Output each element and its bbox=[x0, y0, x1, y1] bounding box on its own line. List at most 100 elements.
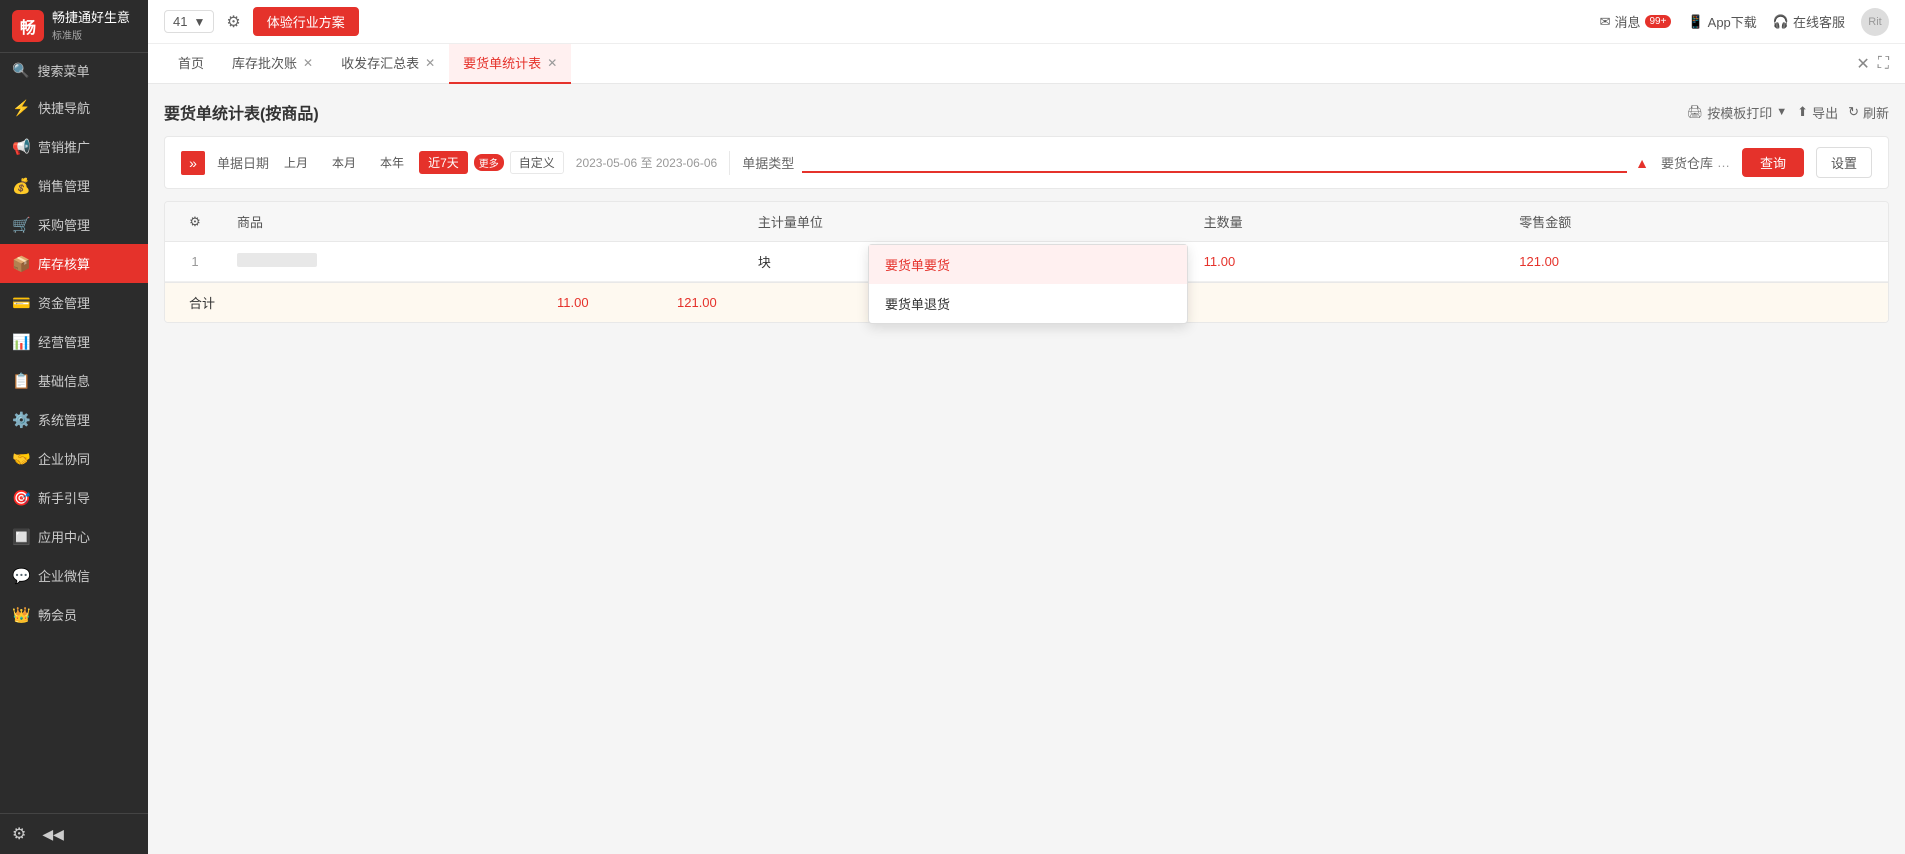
finance-icon: 💳 bbox=[12, 294, 30, 312]
tab-requisition-summary-close[interactable]: ✕ bbox=[547, 56, 557, 70]
dropdown-item-requisition-return[interactable]: 要货单退货 bbox=[869, 284, 1187, 323]
topbar-right: ✉ 消息 99+ 📱 App下载 🎧 在线客服 Rit bbox=[1600, 8, 1889, 36]
settings-btn[interactable]: 设置 bbox=[1816, 147, 1872, 178]
tab-inventory-batch[interactable]: 库存批次账 ✕ bbox=[218, 44, 327, 84]
col-settings[interactable]: ⚙ bbox=[165, 202, 225, 242]
tab-home-label: 首页 bbox=[178, 53, 204, 72]
sidebar-item-system[interactable]: ⚙️ 系统管理 bbox=[0, 400, 148, 439]
tab-inventory-batch-label: 库存批次账 bbox=[232, 53, 297, 72]
filter-divider bbox=[729, 151, 730, 175]
row-index: 1 bbox=[165, 242, 225, 282]
avatar-text: Rit bbox=[1868, 16, 1881, 28]
avatar[interactable]: Rit bbox=[1861, 8, 1889, 36]
tab-requisition-summary[interactable]: 要货单统计表 ✕ bbox=[449, 44, 571, 84]
messages-badge: 99+ bbox=[1645, 15, 1672, 28]
vip-icon: 👑 bbox=[12, 606, 30, 624]
tab-receive-summary-label: 收发存汇总表 bbox=[341, 53, 419, 72]
type-label: 单据类型 bbox=[742, 153, 794, 172]
date-btn-last-month[interactable]: 上月 bbox=[275, 151, 317, 174]
nav-guide-label: 新手引导 bbox=[38, 488, 90, 507]
sidebar: 畅 畅捷通好生意 标准版 🔍 搜索菜单 ⚡ 快捷导航 📢 营销推广 💰 销售管理… bbox=[0, 0, 148, 854]
query-btn[interactable]: 查询 bbox=[1742, 148, 1804, 177]
filter-expand-btn[interactable]: » bbox=[181, 151, 205, 175]
nav-basic-label: 基础信息 bbox=[38, 371, 90, 390]
messages-label: 消息 bbox=[1614, 12, 1640, 31]
type-input[interactable] bbox=[802, 152, 1627, 173]
refresh-btn[interactable]: ↻ 刷新 bbox=[1848, 103, 1889, 122]
col-product: 商品 bbox=[225, 202, 746, 242]
chevron-up-icon[interactable]: ▲ bbox=[1635, 155, 1649, 171]
online-service-btn[interactable]: 🎧 在线客服 bbox=[1773, 12, 1845, 31]
export-btn[interactable]: ⬆ 导出 bbox=[1797, 103, 1838, 122]
collapse-icon[interactable]: ◀◀ bbox=[42, 826, 64, 843]
chevron-down-icon: ▼ bbox=[193, 15, 205, 29]
sidebar-item-sales[interactable]: 💰 销售管理 bbox=[0, 166, 148, 205]
logo-icon: 畅 bbox=[12, 10, 44, 42]
date-label: 单据日期 bbox=[217, 153, 269, 172]
sales-icon: 💰 bbox=[12, 177, 30, 195]
sidebar-item-operations[interactable]: 📊 经营管理 bbox=[0, 322, 148, 361]
warehouse-dots-icon[interactable]: … bbox=[1717, 155, 1730, 170]
workspace-name: 41 bbox=[173, 14, 187, 29]
dropdown-item-requisition-order[interactable]: 要货单要货 bbox=[869, 245, 1187, 284]
main-area: 41 ▼ ⚙ 体验行业方案 ✉ 消息 99+ 📱 App下载 🎧 在线客服 Ri… bbox=[148, 0, 1905, 854]
col-amount: 零售金额 bbox=[1507, 202, 1888, 242]
settings-bottom-icon[interactable]: ⚙ bbox=[12, 824, 26, 844]
date-btn-this-year[interactable]: 本年 bbox=[371, 151, 413, 174]
sidebar-item-appstore[interactable]: 🔲 应用中心 bbox=[0, 517, 148, 556]
sidebar-item-guide[interactable]: 🎯 新手引导 bbox=[0, 478, 148, 517]
row-amount: 121.00 bbox=[1507, 242, 1888, 282]
footer-quantity: 11.00 bbox=[557, 295, 677, 310]
filter-bar: » 单据日期 上月 本月 本年 近7天 更多 自定义 2023-05-06 至 … bbox=[164, 136, 1889, 189]
page-header: 要货单统计表(按商品) 🖨 按模板打印 ▼ ⬆ 导出 ↻ 刷新 bbox=[164, 100, 1889, 124]
sidebar-item-marketing[interactable]: 📢 营销推广 bbox=[0, 127, 148, 166]
tab-receive-summary-close[interactable]: ✕ bbox=[425, 56, 435, 70]
col-unit: 主计量单位 bbox=[746, 202, 1192, 242]
nav-marketing-label: 营销推广 bbox=[38, 137, 90, 156]
trial-btn[interactable]: 体验行业方案 bbox=[253, 7, 359, 36]
table-header-row: ⚙ 商品 主计量单位 主数量 零售金额 bbox=[165, 202, 1888, 242]
nav-inventory-label: 库存核算 bbox=[38, 254, 90, 273]
sidebar-item-basic[interactable]: 📋 基础信息 bbox=[0, 361, 148, 400]
sidebar-nav: ⚡ 快捷导航 📢 营销推广 💰 销售管理 🛒 采购管理 📦 库存核算 💳 资金管… bbox=[0, 88, 148, 813]
quick-nav-icon: ⚡ bbox=[12, 99, 30, 117]
search-menu[interactable]: 🔍 搜索菜单 bbox=[0, 53, 148, 88]
type-dropdown: 要货单要货 要货单退货 bbox=[868, 244, 1188, 324]
search-icon: 🔍 bbox=[12, 62, 29, 79]
dropdown-item-requisition-return-label: 要货单退货 bbox=[885, 294, 950, 313]
table-settings-icon[interactable]: ⚙ bbox=[189, 214, 201, 229]
sidebar-item-wechat[interactable]: 💬 企业微信 bbox=[0, 556, 148, 595]
page-title: 要货单统计表(按商品) bbox=[164, 100, 319, 124]
tabs-bar: 首页 库存批次账 ✕ 收发存汇总表 ✕ 要货单统计表 ✕ ✕ ⛶ bbox=[148, 44, 1905, 84]
operations-icon: 📊 bbox=[12, 333, 30, 351]
online-service-label: 在线客服 bbox=[1793, 12, 1845, 31]
page-actions: 🖨 按模板打印 ▼ ⬆ 导出 ↻ 刷新 bbox=[1687, 103, 1889, 122]
workspace-selector[interactable]: 41 ▼ bbox=[164, 10, 214, 33]
date-btn-custom[interactable]: 自定义 bbox=[510, 151, 564, 174]
sidebar-item-enterprise[interactable]: 🤝 企业协同 bbox=[0, 439, 148, 478]
tab-home[interactable]: 首页 bbox=[164, 44, 218, 84]
nav-vip-label: 畅会员 bbox=[38, 605, 77, 624]
sidebar-item-vip[interactable]: 👑 畅会员 bbox=[0, 595, 148, 634]
tab-inventory-batch-close[interactable]: ✕ bbox=[303, 56, 313, 70]
messages-btn[interactable]: ✉ 消息 99+ bbox=[1600, 12, 1672, 31]
row-quantity: 11.00 bbox=[1192, 242, 1508, 282]
more-badge[interactable]: 更多 bbox=[474, 154, 504, 171]
tab-receive-summary[interactable]: 收发存汇总表 ✕ bbox=[327, 44, 449, 84]
sidebar-item-purchase[interactable]: 🛒 采购管理 bbox=[0, 205, 148, 244]
warehouse-label: 要货仓库 bbox=[1661, 153, 1713, 172]
app-download-btn[interactable]: 📱 App下载 bbox=[1687, 12, 1756, 31]
nav-sales-label: 销售管理 bbox=[38, 176, 90, 195]
date-btn-this-month[interactable]: 本月 bbox=[323, 151, 365, 174]
sidebar-item-quick-nav[interactable]: ⚡ 快捷导航 bbox=[0, 88, 148, 127]
nav-purchase-label: 采购管理 bbox=[38, 215, 90, 234]
print-template-btn[interactable]: 🖨 按模板打印 ▼ bbox=[1687, 103, 1787, 122]
sidebar-item-finance[interactable]: 💳 资金管理 bbox=[0, 283, 148, 322]
gear-icon[interactable]: ⚙ bbox=[226, 12, 240, 32]
app-download-label: App下载 bbox=[1708, 12, 1757, 31]
close-tab-btn[interactable]: ✕ bbox=[1856, 54, 1869, 74]
sidebar-item-inventory[interactable]: 📦 库存核算 bbox=[0, 244, 148, 283]
date-btn-last-7days[interactable]: 近7天 bbox=[419, 151, 468, 174]
col-quantity: 主数量 bbox=[1192, 202, 1508, 242]
expand-tab-btn[interactable]: ⛶ bbox=[1878, 55, 1889, 73]
